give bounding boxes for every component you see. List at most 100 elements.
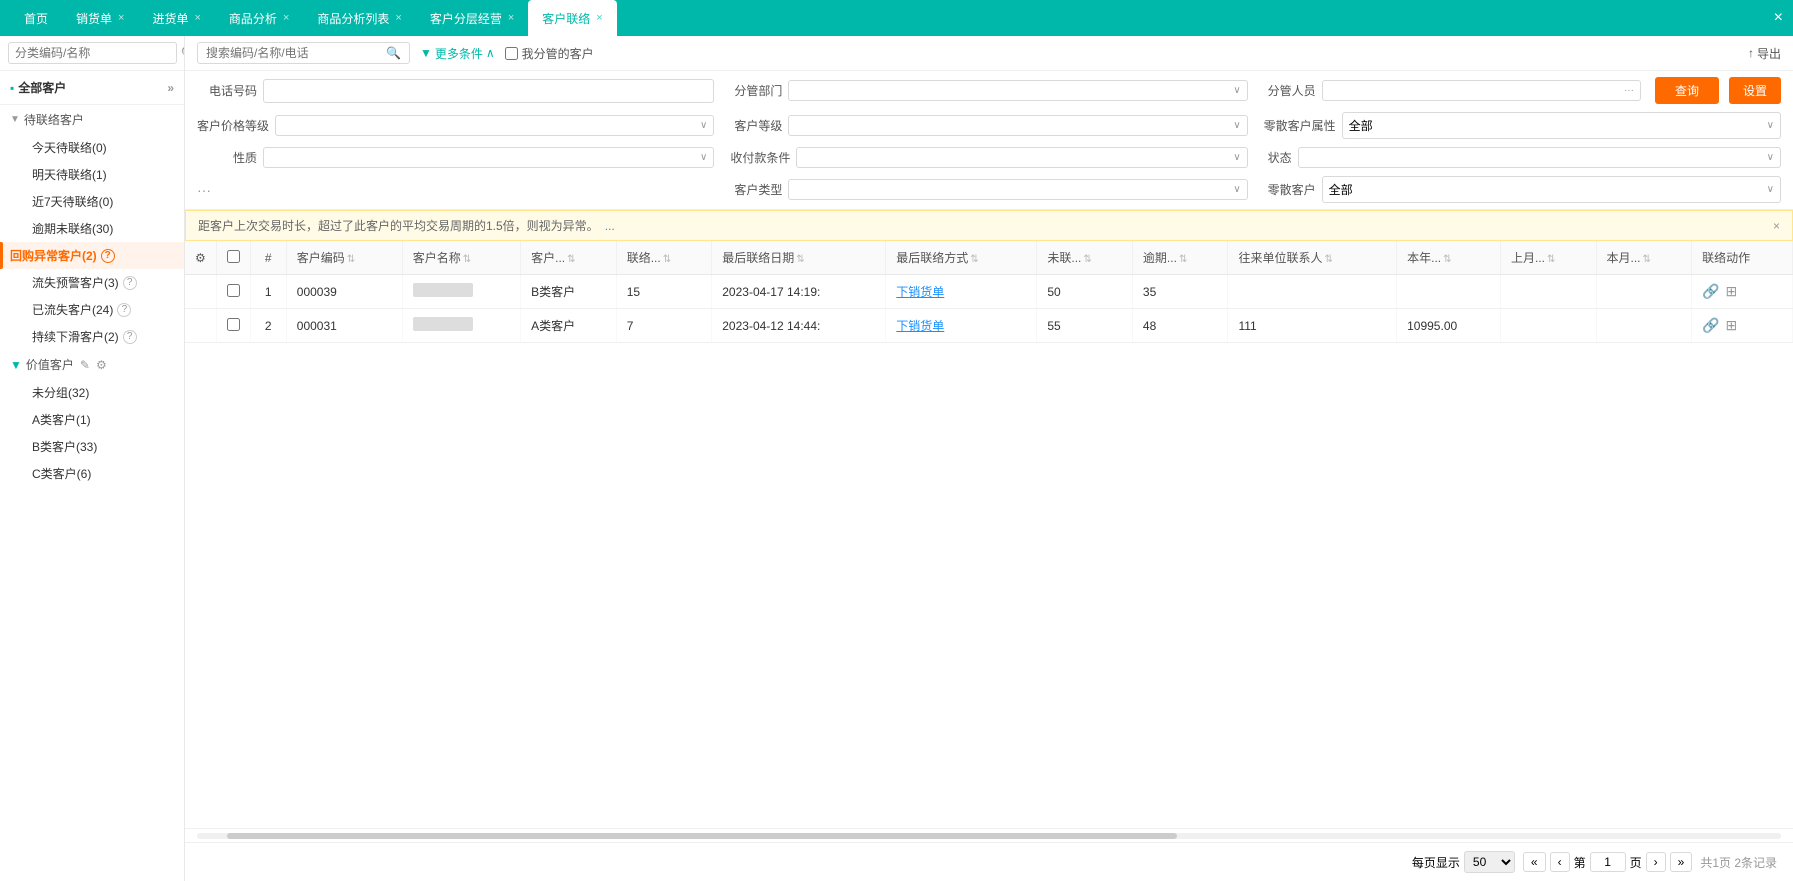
info-icon[interactable]: ?: [123, 276, 137, 290]
sidebar-item-unclassified[interactable]: 未分组(32): [0, 379, 184, 406]
my-customers-check[interactable]: [505, 47, 518, 60]
info-icon[interactable]: ?: [101, 249, 115, 263]
customer-level-select[interactable]: ∨: [788, 115, 1247, 136]
th-last-method[interactable]: 最后联络方式⇅: [886, 241, 1037, 275]
more-conditions-btn[interactable]: ▼ 更多条件 ∧: [420, 45, 495, 62]
window-close-button[interactable]: ×: [1774, 9, 1783, 27]
th-last-date[interactable]: 最后联络日期⇅: [712, 241, 886, 275]
sidebar-all-customers[interactable]: ▪ 全部客户 »: [0, 71, 184, 105]
next-page-btn[interactable]: ›: [1646, 852, 1666, 872]
sidebar-item-declining[interactable]: 持续下滑客户(2) ?: [0, 323, 184, 350]
more-dots-icon[interactable]: ···: [197, 182, 211, 198]
settings-icon[interactable]: ⚙: [96, 358, 107, 372]
th-type[interactable]: 客户...⇅: [521, 241, 617, 275]
td-checkbox[interactable]: [216, 275, 250, 309]
last-page-btn[interactable]: »: [1670, 852, 1693, 872]
sidebar-item-tomorrow[interactable]: 明天待联络(1): [0, 161, 184, 188]
th-contact[interactable]: 联络...⇅: [616, 241, 712, 275]
close-icon[interactable]: ×: [395, 12, 401, 24]
sidebar-collapse-icon[interactable]: »: [167, 81, 174, 95]
export-button[interactable]: ↑ 导出: [1748, 45, 1781, 62]
select-all-checkbox[interactable]: [227, 250, 240, 263]
export-icon: ↑: [1748, 46, 1754, 60]
td-last-month: [1500, 275, 1596, 309]
th-overdue[interactable]: 逾期...⇅: [1132, 241, 1228, 275]
sidebar-item-today[interactable]: 今天待联络(0): [0, 134, 184, 161]
sort-icon: ⇅: [463, 254, 471, 265]
th-unlink[interactable]: 未联...⇅: [1037, 241, 1133, 275]
my-customers-checkbox[interactable]: 我分管的客户: [505, 45, 594, 62]
edit-icon[interactable]: ✎: [80, 358, 90, 372]
page-number-input[interactable]: [1590, 852, 1626, 872]
per-page-select[interactable]: 50 10 20 100: [1464, 851, 1515, 873]
td-checkbox[interactable]: [216, 309, 250, 343]
tooltip-close-icon[interactable]: ×: [1773, 219, 1780, 233]
nav-analysis-list[interactable]: 商品分析列表 ×: [303, 0, 415, 36]
sidebar-value-group: ▼ 价值客户 ✎ ⚙: [0, 350, 184, 379]
td-overdue: 48: [1132, 309, 1228, 343]
sidebar-item-overdue[interactable]: 逾期未联络(30): [0, 215, 184, 242]
info-icon[interactable]: ?: [123, 330, 137, 344]
th-this-year[interactable]: 本年...⇅: [1397, 241, 1501, 275]
filter-form: 电话号码 分管部门 ∨ 分管人员 ··· 查询: [185, 71, 1793, 210]
nav-sales[interactable]: 销货单 ×: [62, 0, 138, 36]
customer-type-select[interactable]: ∨: [788, 179, 1247, 200]
sidebar-item-b-class[interactable]: B类客户(33): [0, 433, 184, 460]
sidebar-item-repurchase-anomaly[interactable]: 回购异常客户(2) ?: [0, 242, 184, 269]
main-search-icon[interactable]: 🔍: [386, 46, 401, 60]
link-action-icon[interactable]: 🔗: [1702, 317, 1719, 334]
sidebar-item-c-class[interactable]: C类客户(6): [0, 460, 184, 487]
scrollbar-track[interactable]: [197, 833, 1781, 839]
retail-attr-select[interactable]: 全部 ∨: [1342, 112, 1781, 139]
close-icon[interactable]: ×: [508, 12, 514, 24]
info-icon[interactable]: ?: [117, 303, 131, 317]
nav-home[interactable]: 首页: [10, 0, 62, 36]
sidebar-item-a-class[interactable]: A类客户(1): [0, 406, 184, 433]
grid-action-icon[interactable]: ⊞: [1726, 317, 1738, 334]
phone-input[interactable]: [263, 79, 714, 103]
sidebar-item-7days[interactable]: 近7天待联络(0): [0, 188, 184, 215]
horizontal-scrollbar[interactable]: [185, 828, 1793, 842]
close-icon[interactable]: ×: [283, 12, 289, 24]
total-info: 共1页 2条记录: [1700, 854, 1777, 871]
th-related[interactable]: 往来单位联系人⇅: [1228, 241, 1397, 275]
query-button[interactable]: 查询: [1655, 77, 1719, 104]
nav-analysis[interactable]: 商品分析 ×: [215, 0, 303, 36]
th-gear[interactable]: ⚙: [185, 241, 216, 275]
sidebar-item-churned[interactable]: 已流失客户(24) ?: [0, 296, 184, 323]
filter-price-level: 客户价格等级 ∨: [197, 112, 714, 139]
close-icon[interactable]: ×: [194, 12, 200, 24]
price-level-select[interactable]: ∨: [275, 115, 714, 136]
sidebar-group-pending[interactable]: ▼ 待联络客户: [0, 105, 184, 134]
manager-select[interactable]: ···: [1322, 80, 1641, 101]
th-code[interactable]: 客户编码⇅: [286, 241, 402, 275]
payment-select[interactable]: ∨: [796, 147, 1247, 168]
grid-action-icon[interactable]: ⊞: [1726, 283, 1738, 300]
th-this-month[interactable]: 本月...⇅: [1596, 241, 1692, 275]
row-checkbox[interactable]: [227, 318, 240, 331]
row-checkbox[interactable]: [227, 284, 240, 297]
status-select[interactable]: ∨: [1298, 147, 1781, 168]
th-name[interactable]: 客户名称⇅: [402, 241, 520, 275]
sidebar-search-input[interactable]: [8, 42, 177, 64]
close-icon[interactable]: ×: [118, 12, 124, 24]
first-page-btn[interactable]: «: [1523, 852, 1546, 872]
sidebar-item-churn-warning[interactable]: 流失预警客户(3) ?: [0, 269, 184, 296]
scrollbar-thumb[interactable]: [227, 833, 1177, 839]
prev-page-btn[interactable]: ‹: [1550, 852, 1570, 872]
th-last-month[interactable]: 上月...⇅: [1500, 241, 1596, 275]
retail-customer-select[interactable]: 全部 ∨: [1322, 176, 1781, 203]
td-last-method[interactable]: 下销货单: [886, 309, 1037, 343]
nav-customer-contact[interactable]: 客户联络 ×: [528, 0, 616, 36]
sort-icon: ⇅: [663, 254, 671, 265]
dept-select[interactable]: ∨: [788, 80, 1247, 101]
nav-purchase[interactable]: 进货单 ×: [138, 0, 214, 36]
main-search-input[interactable]: [206, 46, 386, 60]
link-action-icon[interactable]: 🔗: [1702, 283, 1719, 300]
td-last-method[interactable]: 下销货单: [886, 275, 1037, 309]
nature-select[interactable]: ∨: [263, 147, 714, 168]
nav-customer-ops[interactable]: 客户分层经营 ×: [416, 0, 528, 36]
settings-button[interactable]: 设置: [1729, 77, 1781, 104]
close-icon[interactable]: ×: [596, 12, 602, 24]
sort-icon: ⇅: [567, 254, 575, 265]
